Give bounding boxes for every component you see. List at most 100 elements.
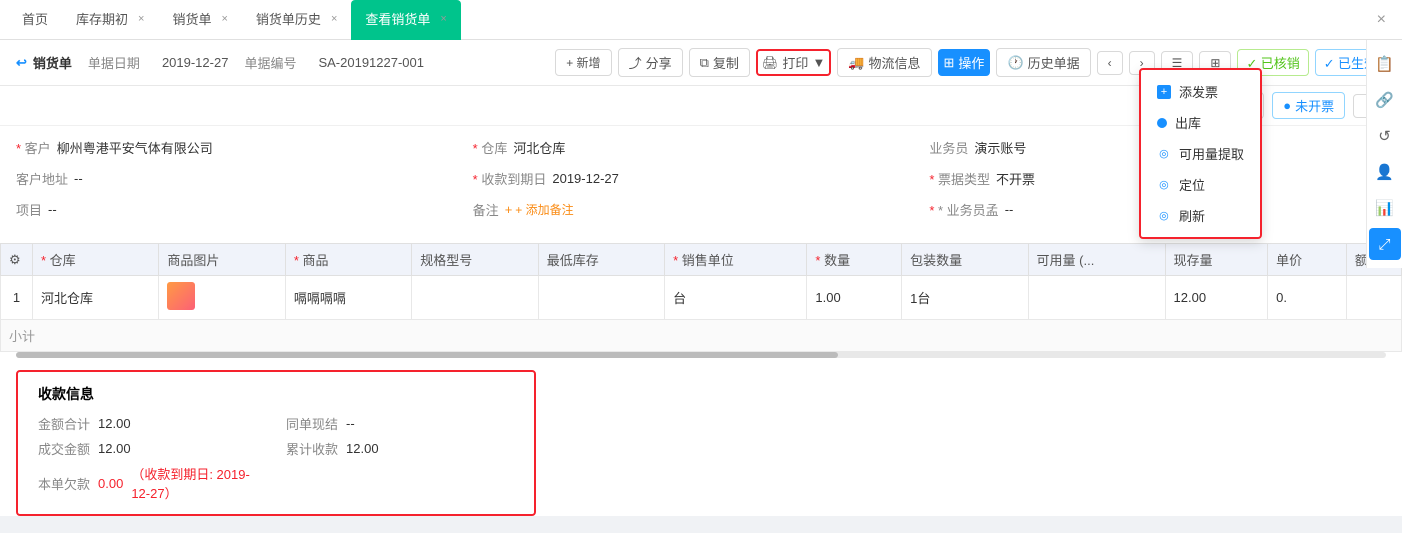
row-sales-unit: 台 [665, 276, 807, 320]
outbound-label: 出库 [1175, 113, 1201, 132]
table-row: 1 河北仓库 嗝嗝嗝嗝 台 1.00 1台 12.00 0. [1, 276, 1402, 320]
total-amount-row: 金额合计 12.00 [38, 414, 266, 433]
check2-icon: ✓ [1324, 56, 1335, 71]
locate-icon: ◎ [1157, 178, 1171, 192]
sidebar-icon-4[interactable]: 👤 [1369, 156, 1401, 188]
plus-icon: + [505, 202, 513, 217]
tab-bar-close[interactable]: × [1369, 7, 1394, 33]
date-label: 单据日期 [88, 53, 140, 72]
no-label: 单据编号 [244, 53, 296, 72]
history-button[interactable]: 🕐 历史单据 [996, 48, 1090, 77]
new-button[interactable]: + 新增 [555, 49, 611, 76]
tab-sales-order-close[interactable]: × [221, 13, 227, 25]
doc-icon: ↩ [16, 55, 27, 71]
row-unit-price: 0. [1268, 276, 1347, 320]
staff-value: 演示账号 [974, 138, 1026, 157]
locate-label: 定位 [1179, 175, 1205, 194]
product-table: ⚙ * 仓库 商品图片 * 商品 规格型号 最低库存 * 销售单位 * 数量 包… [0, 243, 1402, 352]
col-spec: 规格型号 [412, 244, 538, 276]
same-order-settle-value: -- [346, 416, 355, 431]
summary-title: 收款信息 [38, 384, 514, 404]
copy-button[interactable]: ⧉ 复制 [689, 48, 750, 77]
tab-inventory-init[interactable]: 库存期初 × [62, 0, 158, 40]
row-warehouse: 河北仓库 [33, 276, 159, 320]
col-product: * 商品 [285, 244, 411, 276]
add-note-label: + 添加备注 [515, 201, 573, 218]
operate-button[interactable]: ⊞ 操作 [938, 49, 991, 76]
not-open-ticket-button[interactable]: ● 未开票 [1272, 92, 1345, 119]
business-label: * 业务员孟 [929, 200, 998, 219]
add-invoice-label: 添发票 [1179, 82, 1218, 101]
same-order-settle-label: 同单现结 [286, 414, 338, 433]
table-wrapper: ⚙ * 仓库 商品图片 * 商品 规格型号 最低库存 * 销售单位 * 数量 包… [0, 243, 1402, 362]
sidebar-icon-5[interactable]: 📊 [1369, 192, 1401, 224]
right-sidebar: 📋 🔗 ↺ 👤 📊 ⤢ [1366, 40, 1402, 268]
row-no: 1 [1, 276, 33, 320]
refresh-label: 刷新 [1179, 206, 1205, 225]
doc-title: ↩ 销货单 [16, 53, 72, 72]
refresh-item[interactable]: ◎ 刷新 [1141, 200, 1260, 231]
total-amount-label: 金额合计 [38, 414, 90, 433]
summary-grid: 金额合计 12.00 同单现结 -- 成交金额 12.00 累计收款 12.00… [38, 414, 514, 502]
logistics-button[interactable]: 🚚 物流信息 [837, 48, 931, 77]
customer-value: 柳州粤港平安气体有限公司 [57, 138, 213, 157]
sidebar-icon-2[interactable]: 🔗 [1369, 84, 1401, 116]
history-icon: 🕐 [1007, 55, 1023, 71]
outbound-item[interactable]: 出库 [1141, 107, 1260, 138]
doc-meta: 单据日期 2019-12-27 单据编号 SA-20191227-001 [88, 53, 424, 72]
sidebar-expand-button[interactable]: ⤢ [1369, 228, 1401, 260]
print-dropdown-arrow: ▼ [812, 55, 825, 70]
available-qty-icon: ◎ [1157, 147, 1171, 161]
add-note-button[interactable]: + + 添加备注 [505, 201, 574, 218]
col-sales-unit: * 销售单位 [665, 244, 807, 276]
address-label: 客户地址 [16, 169, 68, 188]
row-current-stock: 12.00 [1165, 276, 1268, 320]
add-invoice-item[interactable]: + 添发票 [1141, 76, 1260, 107]
col-quantity: * 数量 [807, 244, 902, 276]
col-available: 可用量 (... [1028, 244, 1165, 276]
customer-field: 客户 柳州粤港平安气体有限公司 [16, 138, 473, 157]
operate-dropdown: + 添发票 出库 ◎ 可用量提取 ◎ 定位 ◎ 刷新 [1139, 68, 1262, 239]
tab-sales-history[interactable]: 销货单历史 × [242, 0, 351, 40]
warehouse-label: 仓库 [473, 138, 508, 157]
outbound-icon [1157, 118, 1167, 128]
subtotal-label: 小计 [1, 320, 1402, 352]
tab-sales-history-close[interactable]: × [331, 13, 337, 25]
tab-sales-order[interactable]: 销货单 × [158, 0, 241, 40]
tab-home[interactable]: 首页 [8, 0, 62, 40]
tab-view-sales-close[interactable]: × [440, 13, 446, 25]
business-value: -- [1005, 202, 1014, 217]
project-field: 项目 -- [16, 200, 473, 219]
print-button[interactable]: 🖨 打印 ▼ [756, 49, 831, 76]
share-button[interactable]: ⤴ 分享 [618, 48, 683, 77]
scroll-thumb [16, 352, 838, 358]
row-spec [412, 276, 538, 320]
sidebar-icon-1[interactable]: 📋 [1369, 48, 1401, 80]
same-order-settle-row: 同单现结 -- [286, 414, 514, 433]
deal-amount-value: 12.00 [98, 441, 131, 456]
note-field: 备注 + + 添加备注 [473, 200, 930, 219]
col-current-stock: 现存量 [1165, 244, 1268, 276]
due-date-field: 收款到期日 2019-12-27 [473, 169, 930, 188]
date-value: 2019-12-27 [162, 55, 229, 70]
table-header-row: ⚙ * 仓库 商品图片 * 商品 规格型号 最低库存 * 销售单位 * 数量 包… [1, 244, 1402, 276]
tab-view-sales[interactable]: 查看销货单 × [351, 0, 460, 40]
prev-button[interactable]: ‹ [1097, 51, 1123, 75]
tab-inventory-init-close[interactable]: × [138, 13, 144, 25]
locate-item[interactable]: ◎ 定位 [1141, 169, 1260, 200]
scroll-track[interactable] [16, 352, 1386, 358]
deal-amount-row: 成交金额 12.00 [38, 439, 266, 458]
staff-label: 业务员 [929, 138, 968, 157]
total-amount-value: 12.00 [98, 416, 131, 431]
col-min-stock: 最低库存 [538, 244, 664, 276]
no-value: SA-20191227-001 [318, 55, 424, 70]
sidebar-icon-3[interactable]: ↺ [1369, 120, 1401, 152]
col-gear: ⚙ [1, 244, 33, 276]
outstanding-note: （收款到期日: 2019-12-27） [131, 464, 266, 502]
subtotal-row: 小计 [1, 320, 1402, 352]
available-qty-item[interactable]: ◎ 可用量提取 [1141, 138, 1260, 169]
ticket-value: 不开票 [996, 169, 1035, 188]
address-value: -- [74, 171, 83, 186]
summary-box: 收款信息 金额合计 12.00 同单现结 -- 成交金额 12.00 累计收款 … [16, 370, 536, 516]
print-icon: 🖨 [762, 55, 779, 71]
